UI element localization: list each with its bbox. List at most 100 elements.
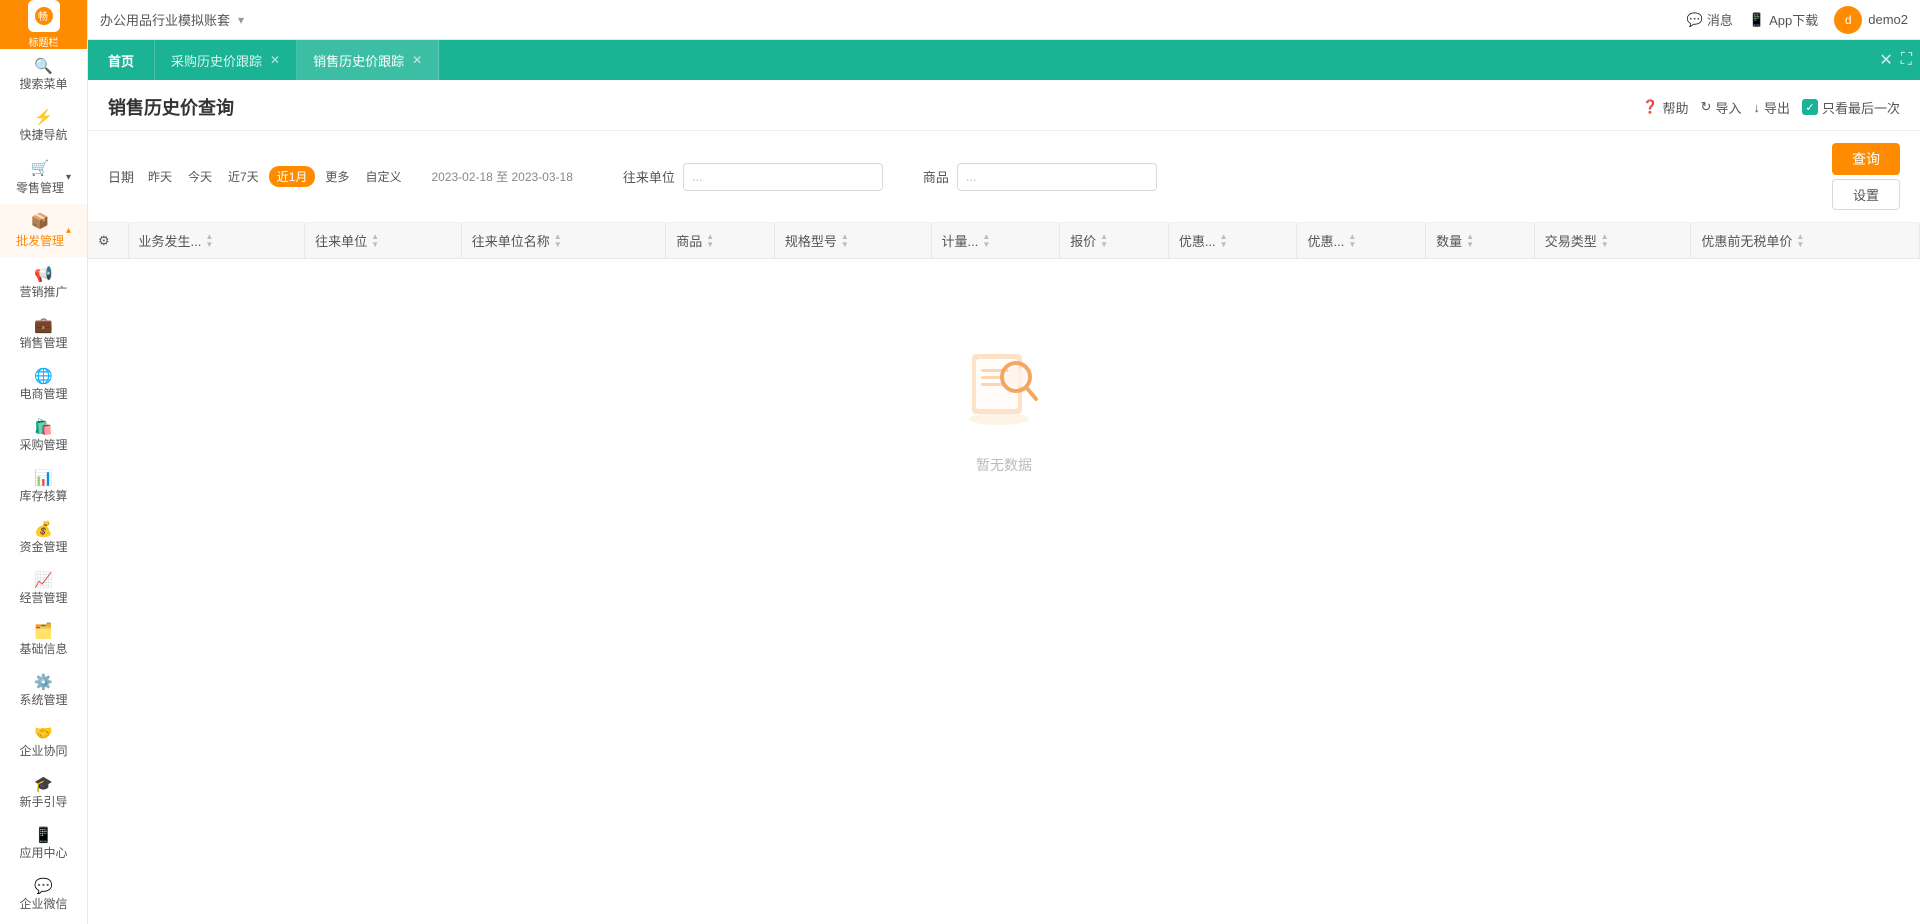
date-label: 日期 <box>108 167 134 186</box>
tab-home[interactable]: 首页 <box>88 40 155 80</box>
sort-arrows-product: ▲▼ <box>706 233 714 249</box>
th-pretax-price[interactable]: 优惠前无税单价 ▲▼ <box>1691 223 1920 259</box>
top-bar-right: 💬 消息 📱 App下载 d demo2 <box>1687 6 1908 34</box>
tab-bar-actions: ✕ ⛶ <box>1879 50 1920 70</box>
table-header-row: ⚙ 业务发生... ▲▼ 往来单位 ▲▼ <box>88 223 1920 259</box>
filter-row: 日期 昨天 今天 近7天 近1月 更多 自定义 2023-02-18 至 202… <box>108 143 1900 210</box>
tab-expand-icon[interactable]: ⛶ <box>1901 51 1912 69</box>
th-settings[interactable]: ⚙ <box>88 223 128 259</box>
th-biz-date[interactable]: 业务发生... ▲▼ <box>128 223 305 259</box>
sidebar-item-basic[interactable]: 🗂️ 基础信息 <box>0 614 88 665</box>
date-filter: 日期 昨天 今天 近7天 近1月 更多 自定义 <box>108 166 407 187</box>
sort-arrows-unit: ▲▼ <box>982 233 990 249</box>
sort-arrows-pretax-price: ▲▼ <box>1796 233 1804 249</box>
settings-button[interactable]: 设置 <box>1832 179 1900 210</box>
sidebar-item-ecommerce[interactable]: 🌐 电商管理 <box>0 359 88 410</box>
product-filter: 商品 ... <box>923 163 1157 191</box>
date-opt-yesterday[interactable]: 昨天 <box>142 166 178 187</box>
sidebar-item-retail[interactable]: 🛒 零售管理 ▾ <box>0 151 88 204</box>
sidebar-item-system[interactable]: ⚙️ 系统管理 <box>0 665 88 716</box>
th-trade-type[interactable]: 交易类型 ▲▼ <box>1534 223 1691 259</box>
counterpart-input[interactable]: ... <box>683 163 883 191</box>
sidebar-item-enterprise[interactable]: 🤝 企业协同 <box>0 716 88 767</box>
date-opt-more[interactable]: 更多 <box>319 166 355 187</box>
main-area: 办公用品行业模拟账套 ▾ 💬 消息 📱 App下载 d demo2 首页 采购历… <box>88 0 1920 924</box>
th-discount1[interactable]: 优惠... ▲▼ <box>1168 223 1297 259</box>
sidebar-logo: 畅 标题栏 <box>0 0 88 49</box>
page-actions: ❓ 帮助 ↻ 导入 ↓ 导出 ✓ 只看最后一次 <box>1642 98 1900 117</box>
action-buttons: 查询 设置 <box>1832 143 1900 210</box>
tab-sales-history[interactable]: 销售历史价跟踪 ✕ <box>297 40 439 80</box>
export-button[interactable]: ↓ 导出 <box>1753 98 1790 117</box>
sidebar-item-newbie[interactable]: 🎓 新手引导 <box>0 767 88 818</box>
product-input[interactable]: ... <box>957 163 1157 191</box>
empty-state: 暂无数据 <box>88 259 1920 555</box>
check-icon: ✓ <box>1802 99 1818 115</box>
sort-arrows-spec: ▲▼ <box>841 233 849 249</box>
th-quoted-price[interactable]: 报价 ▲▼ <box>1060 223 1169 259</box>
product-label: 商品 <box>923 167 949 186</box>
sidebar-item-purchase[interactable]: 🛍️ 采购管理 <box>0 410 88 461</box>
query-button[interactable]: 查询 <box>1832 143 1900 175</box>
settings-gear-icon[interactable]: ⚙ <box>98 233 110 248</box>
sidebar: 畅 标题栏 🔍 搜索菜单 ⚡ 快捷导航 🛒 零售管理 ▾ 📦 批发管理 ▴ 📢 … <box>0 0 88 924</box>
top-bar: 办公用品行业模拟账套 ▾ 💬 消息 📱 App下载 d demo2 <box>88 0 1920 40</box>
help-button[interactable]: ❓ 帮助 <box>1642 98 1688 117</box>
sidebar-item-wholesale[interactable]: 📦 批发管理 ▴ <box>0 204 88 257</box>
sort-arrows-counterpart-name: ▲▼ <box>554 233 562 249</box>
date-range-text: 2023-02-18 至 2023-03-18 <box>431 168 572 185</box>
download-icon: 📱 <box>1749 12 1765 28</box>
only-last-check[interactable]: ✓ 只看最后一次 <box>1802 98 1900 117</box>
date-opt-1month[interactable]: 近1月 <box>269 166 316 187</box>
sidebar-item-quicknav[interactable]: ⚡ 快捷导航 <box>0 100 88 151</box>
th-spec[interactable]: 规格型号 ▲▼ <box>774 223 931 259</box>
sort-arrows-counterpart: ▲▼ <box>371 233 379 249</box>
tab-close-all-icon[interactable]: ✕ <box>1879 50 1892 70</box>
date-range-display: 2023-02-18 至 2023-03-18 <box>427 168 572 185</box>
avatar: d <box>1834 6 1862 34</box>
sort-arrows-discount1: ▲▼ <box>1220 233 1228 249</box>
retail-expand-arrow: ▾ <box>66 172 71 183</box>
svg-text:畅: 畅 <box>38 10 48 23</box>
sidebar-item-search[interactable]: 🔍 搜索菜单 <box>0 49 88 100</box>
logo-text: 标题栏 <box>29 34 59 49</box>
tab-bar: 首页 采购历史价跟踪 ✕ 销售历史价跟踪 ✕ ✕ ⛶ <box>88 40 1920 80</box>
tab-purchase-history[interactable]: 采购历史价跟踪 ✕ <box>155 40 297 80</box>
page-title: 销售历史价查询 <box>108 94 234 120</box>
sidebar-item-inventory[interactable]: 📊 库存核算 <box>0 461 88 512</box>
sidebar-item-operations[interactable]: 📈 经营管理 <box>0 563 88 614</box>
breadcrumb-text: 办公用品行业模拟账套 <box>100 10 230 29</box>
user-button[interactable]: d demo2 <box>1834 6 1908 34</box>
empty-text: 暂无数据 <box>976 455 1032 475</box>
th-counterpart-name[interactable]: 往来单位名称 ▲▼ <box>461 223 666 259</box>
export-icon: ↓ <box>1753 100 1760 115</box>
wholesale-expand-arrow: ▴ <box>66 225 71 236</box>
date-opt-today[interactable]: 今天 <box>182 166 218 187</box>
tab-close-sales[interactable]: ✕ <box>412 53 422 67</box>
date-opt-custom[interactable]: 自定义 <box>359 166 407 187</box>
sidebar-item-member[interactable]: ⭐ 畅会员 <box>0 920 88 924</box>
sidebar-item-wechat[interactable]: 💬 企业微信 <box>0 869 88 920</box>
counterpart-label: 往来单位 <box>623 167 675 186</box>
sidebar-item-marketing[interactable]: 📢 营销推广 <box>0 257 88 308</box>
tab-close-purchase[interactable]: ✕ <box>270 53 280 67</box>
th-counterpart[interactable]: 往来单位 ▲▼ <box>305 223 462 259</box>
sidebar-item-appstore[interactable]: 📱 应用中心 <box>0 818 88 869</box>
empty-icon <box>954 339 1054 439</box>
th-product[interactable]: 商品 ▲▼ <box>666 223 775 259</box>
th-discount2[interactable]: 优惠... ▲▼ <box>1297 223 1426 259</box>
date-opt-7days[interactable]: 近7天 <box>222 166 265 187</box>
th-quantity[interactable]: 数量 ▲▼ <box>1426 223 1535 259</box>
page-header: 销售历史价查询 ❓ 帮助 ↻ 导入 ↓ 导出 ✓ 只看最后一次 <box>88 80 1920 131</box>
sidebar-item-finance[interactable]: 💰 资金管理 <box>0 512 88 563</box>
sidebar-item-sales[interactable]: 💼 销售管理 <box>0 308 88 359</box>
date-options: 昨天 今天 近7天 近1月 更多 自定义 <box>142 166 407 187</box>
message-button[interactable]: 💬 消息 <box>1687 10 1733 29</box>
sort-arrows-discount2: ▲▼ <box>1348 233 1356 249</box>
download-button[interactable]: 📱 App下载 <box>1749 10 1818 29</box>
message-icon: 💬 <box>1687 12 1703 28</box>
th-unit[interactable]: 计量... ▲▼ <box>931 223 1060 259</box>
logo-icon: 畅 <box>28 0 60 32</box>
sort-arrows-quantity: ▲▼ <box>1466 233 1474 249</box>
import-button[interactable]: ↻ 导入 <box>1701 98 1742 117</box>
